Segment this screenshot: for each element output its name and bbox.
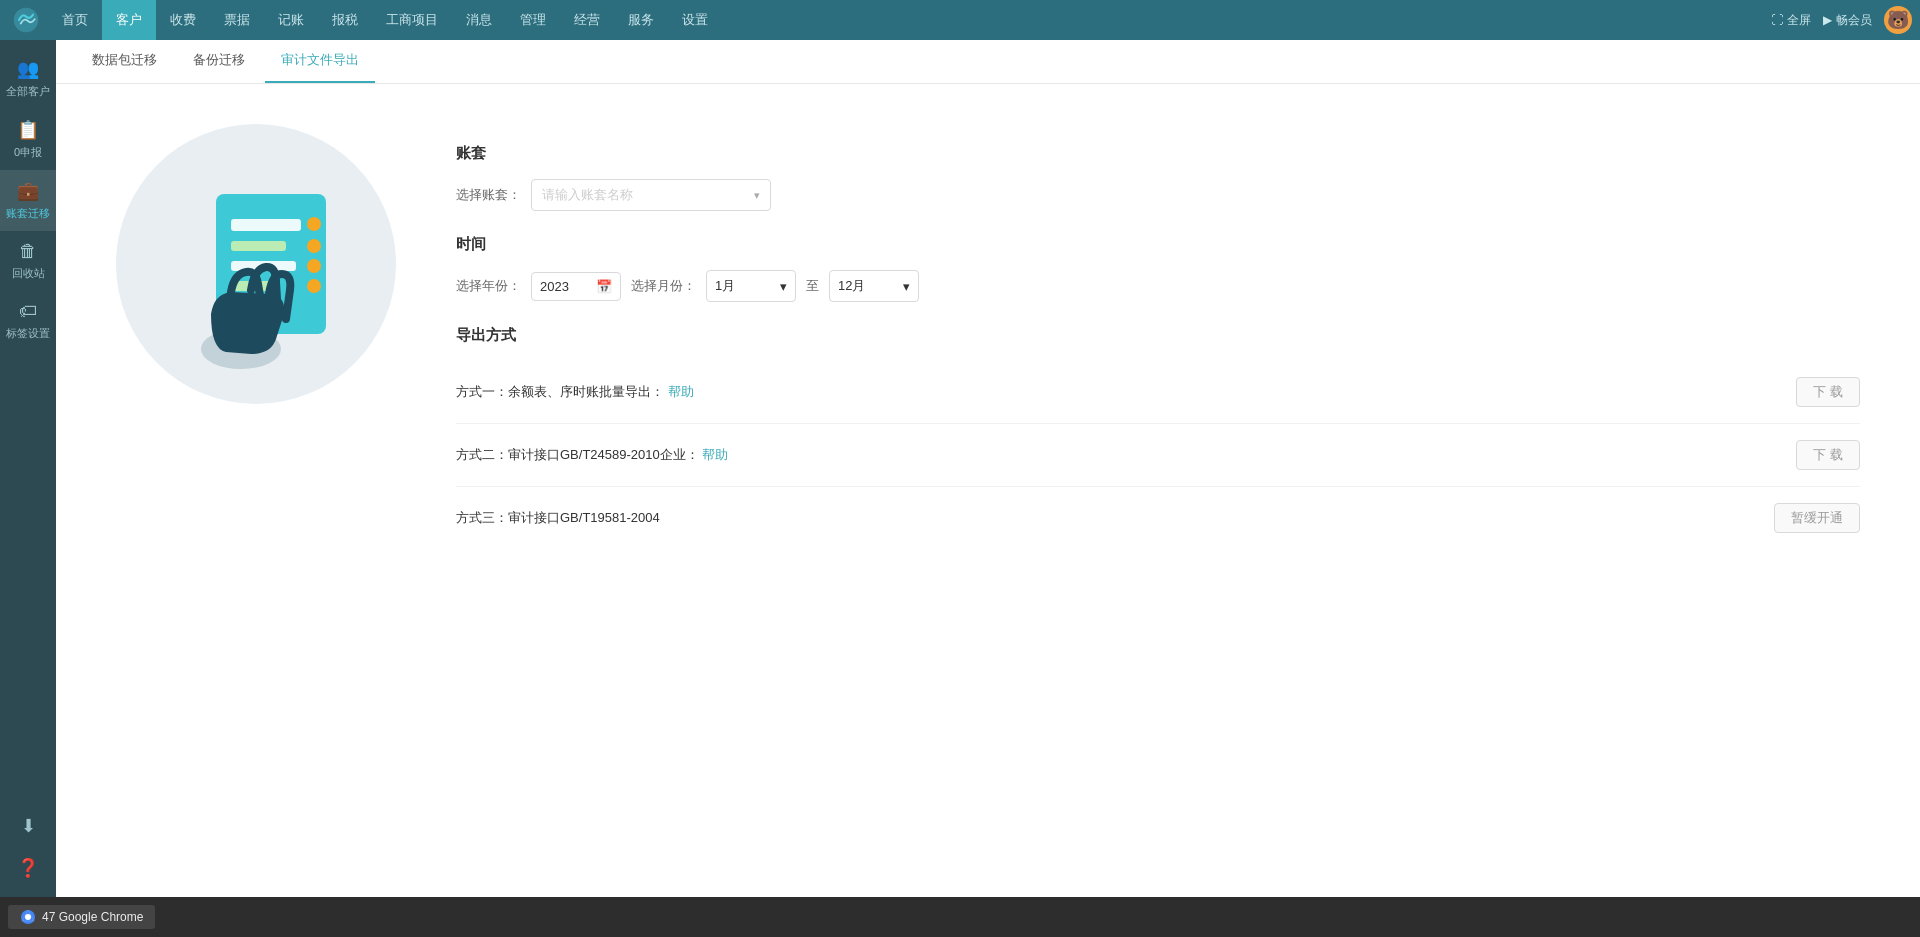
svg-point-8 [307, 259, 321, 273]
time-to-label: 至 [806, 277, 819, 295]
sidebar: 👥 全部客户 📋 0申报 💼 账套迁移 🗑 回收站 🏷 标签设置 ⬇ ❓ [0, 40, 56, 897]
main-layout: 👥 全部客户 📋 0申报 💼 账套迁移 🗑 回收站 🏷 标签设置 ⬇ ❓ 数据包… [0, 40, 1920, 897]
taskbar-chrome-label: 47 Google Chrome [42, 910, 143, 924]
tag-icon: 🏷 [19, 301, 37, 322]
illustration [116, 124, 396, 404]
sidebar-item-zero-report[interactable]: 📋 0申报 [0, 109, 56, 170]
sidebar-label-all-customers: 全部客户 [6, 84, 50, 99]
sidebar-label-tag-settings: 标签设置 [6, 326, 50, 341]
sidebar-label-zero-report: 0申报 [14, 145, 42, 160]
month-end-select[interactable]: 12月 ▾ [829, 270, 919, 302]
time-section-title: 时间 [456, 235, 1860, 254]
method1-download-button[interactable]: 下 载 [1796, 377, 1860, 407]
fullscreen-button[interactable]: ⛶ 全屏 [1771, 12, 1811, 29]
svg-rect-2 [231, 219, 301, 231]
method2-download-button[interactable]: 下 载 [1796, 440, 1860, 470]
method3-open-button[interactable]: 暂缓开通 [1774, 503, 1860, 533]
month-start-arrow: ▾ [780, 279, 787, 294]
sidebar-item-recycle[interactable]: 🗑 回收站 [0, 231, 56, 291]
top-nav: 首页 客户 收费 票据 记账 报税 工商项目 消息 管理 经营 服务 设置 ⛶ … [0, 0, 1920, 40]
export-section-title: 导出方式 [456, 326, 1860, 345]
account-select-arrow: ▾ [754, 189, 760, 202]
select-account-label: 选择账套： [456, 186, 521, 204]
top-nav-right: ⛶ 全屏 ▶ 畅会员 🐻 [1771, 6, 1912, 34]
tab-audit-export[interactable]: 审计文件导出 [265, 40, 375, 83]
account-section-title: 账套 [456, 144, 1860, 163]
year-label: 选择年份： [456, 277, 521, 295]
svg-point-9 [307, 279, 321, 293]
nav-message[interactable]: 消息 [452, 0, 506, 40]
svg-point-12 [25, 914, 31, 920]
nav-accounting[interactable]: 记账 [264, 0, 318, 40]
avatar[interactable]: 🐻 [1884, 6, 1912, 34]
fullscreen-icon: ⛶ [1771, 13, 1783, 27]
top-nav-items: 首页 客户 收费 票据 记账 报税 工商项目 消息 管理 经营 服务 设置 [48, 0, 1771, 40]
nav-tax[interactable]: 报税 [318, 0, 372, 40]
export-container: 账套 选择账套： 请输入账套名称 ▾ 时间 选择年份： 2023 [56, 84, 1920, 897]
customers-icon: 👥 [17, 58, 39, 80]
nav-fee[interactable]: 收费 [156, 0, 210, 40]
nav-operation[interactable]: 经营 [560, 0, 614, 40]
sidebar-download-button[interactable]: ⬇ [21, 809, 36, 843]
sidebar-help-button[interactable]: ❓ [17, 851, 39, 885]
year-select[interactable]: 2023 📅 [531, 272, 621, 301]
sidebar-item-account-migration[interactable]: 💼 账套迁移 [0, 170, 56, 231]
member-icon: ▶ [1823, 13, 1832, 27]
nav-home[interactable]: 首页 [48, 0, 102, 40]
calendar-icon: 📅 [596, 279, 612, 294]
account-placeholder: 请输入账套名称 [542, 186, 633, 204]
method2-text: 方式二：审计接口GB/T24589-2010企业： 帮助 [456, 446, 728, 464]
year-value: 2023 [540, 279, 569, 294]
nav-service[interactable]: 服务 [614, 0, 668, 40]
recycle-icon: 🗑 [19, 241, 37, 262]
member-button[interactable]: ▶ 畅会员 [1823, 12, 1872, 29]
nav-customer[interactable]: 客户 [102, 0, 156, 40]
content-area: 数据包迁移 备份迁移 审计文件导出 [56, 40, 1920, 897]
taskbar-chrome[interactable]: 47 Google Chrome [8, 905, 155, 929]
month-end-value: 12月 [838, 277, 865, 295]
nav-business[interactable]: 工商项目 [372, 0, 452, 40]
sidebar-item-tag-settings[interactable]: 🏷 标签设置 [0, 291, 56, 351]
zero-report-icon: 📋 [17, 119, 39, 141]
month-end-arrow: ▾ [903, 279, 910, 294]
export-method-2-row: 方式二：审计接口GB/T24589-2010企业： 帮助 下 载 [456, 424, 1860, 487]
tab-backup-migration[interactable]: 备份迁移 [177, 40, 261, 83]
sidebar-bottom: ⬇ ❓ [0, 809, 56, 897]
month-start-value: 1月 [715, 277, 735, 295]
form-area: 账套 选择账套： 请输入账套名称 ▾ 时间 选择年份： 2023 [456, 124, 1860, 549]
nav-settings[interactable]: 设置 [668, 0, 722, 40]
page-content: 账套 选择账套： 请输入账套名称 ▾ 时间 选择年份： 2023 [56, 84, 1920, 897]
nav-manage[interactable]: 管理 [506, 0, 560, 40]
method1-help-link[interactable]: 帮助 [668, 384, 694, 399]
taskbar: 47 Google Chrome [0, 897, 1920, 937]
sidebar-label-recycle: 回收站 [12, 266, 45, 281]
sidebar-item-all-customers[interactable]: 👥 全部客户 [0, 48, 56, 109]
time-form-row: 选择年份： 2023 📅 选择月份： 1月 ▾ 至 12月 [456, 270, 1860, 302]
method2-help-link[interactable]: 帮助 [702, 447, 728, 462]
month-start-select[interactable]: 1月 ▾ [706, 270, 796, 302]
logo[interactable] [8, 2, 44, 38]
svg-point-7 [307, 239, 321, 253]
export-method-3-row: 方式三：审计接口GB/T19581-2004 暂缓开通 [456, 487, 1860, 549]
month-label: 选择月份： [631, 277, 696, 295]
account-migration-icon: 💼 [17, 180, 39, 202]
export-method-1-row: 方式一：余额表、序时账批量导出： 帮助 下 载 [456, 361, 1860, 424]
account-form-row: 选择账套： 请输入账套名称 ▾ [456, 179, 1860, 211]
svg-point-6 [307, 217, 321, 231]
sub-tabs: 数据包迁移 备份迁移 审计文件导出 [56, 40, 1920, 84]
illustration-wrap [116, 124, 396, 404]
method1-text: 方式一：余额表、序时账批量导出： 帮助 [456, 383, 694, 401]
account-select[interactable]: 请输入账套名称 ▾ [531, 179, 771, 211]
nav-invoice[interactable]: 票据 [210, 0, 264, 40]
sidebar-label-account-migration: 账套迁移 [6, 206, 50, 221]
svg-rect-3 [231, 241, 286, 251]
tab-data-migration[interactable]: 数据包迁移 [76, 40, 173, 83]
method3-text: 方式三：审计接口GB/T19581-2004 [456, 509, 660, 527]
chrome-icon [20, 909, 36, 925]
